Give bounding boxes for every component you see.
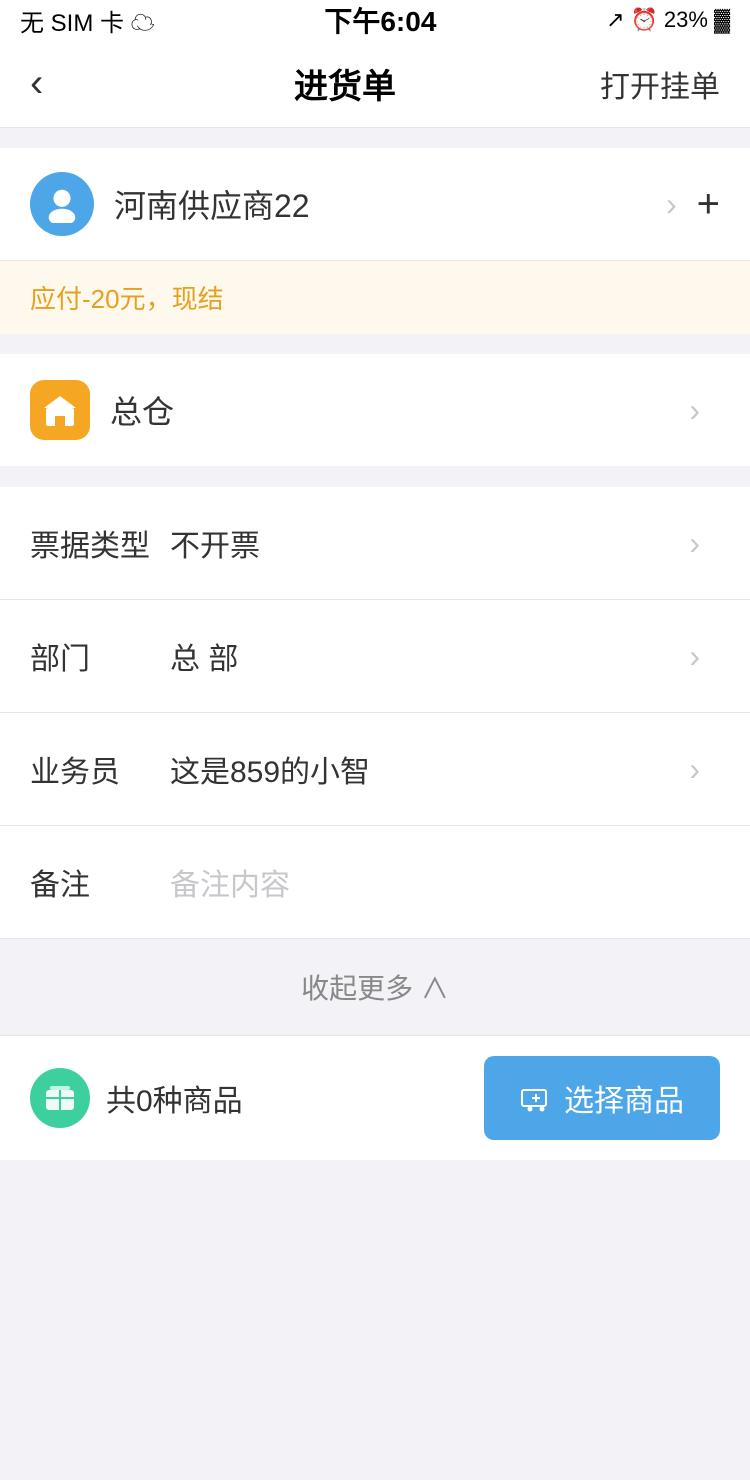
back-button[interactable]: ‹ <box>30 61 90 106</box>
page-rest <box>0 1160 750 1480</box>
notice-text: 应付-20元，现结 <box>30 284 224 314</box>
department-value: 总 部 <box>170 634 689 678</box>
invoice-value: 不开票 <box>170 521 689 565</box>
status-time: 下午6:04 <box>324 0 436 40</box>
product-count-wrap: 共0种商品 <box>30 1068 243 1128</box>
form-card: 票据类型 不开票 › 部门 总 部 › 业务员 这是859的小智 › 备注 备注… <box>0 487 750 939</box>
salesperson-value: 这是859的小智 <box>170 747 689 791</box>
invoice-row[interactable]: 票据类型 不开票 › <box>0 487 750 600</box>
invoice-chevron-icon: › <box>689 525 700 562</box>
product-count-text: 共0种商品 <box>106 1076 243 1120</box>
chevron-right-icon: › <box>666 186 677 223</box>
bottom-bar: 共0种商品 选择商品 <box>0 1035 750 1160</box>
nav-bar: ‹ 进货单 打开挂单 <box>0 40 750 128</box>
department-label: 部门 <box>30 634 170 678</box>
open-pending-button[interactable]: 打开挂单 <box>600 62 720 106</box>
sim-status: 无 SIM 卡 ☁ <box>20 3 155 38</box>
notice-bar: 应付-20元，现结 <box>0 261 750 334</box>
cart-icon <box>520 1082 552 1114</box>
status-left: 无 SIM 卡 ☁ <box>20 3 155 38</box>
warehouse-row[interactable]: 总仓 › <box>0 354 750 467</box>
select-product-button[interactable]: 选择商品 <box>484 1056 720 1140</box>
invoice-label: 票据类型 <box>30 521 170 565</box>
select-product-label: 选择商品 <box>564 1076 684 1120</box>
warehouse-icon-wrap <box>30 380 90 440</box>
remark-input[interactable]: 备注内容 <box>170 860 720 904</box>
supplier-row[interactable]: 河南供应商22 › + <box>0 148 750 261</box>
location-icon: ↗ <box>606 7 624 33</box>
section-gap-2 <box>0 334 750 354</box>
section-gap-3 <box>0 467 750 487</box>
product-icon-wrap <box>30 1068 90 1128</box>
department-chevron-icon: › <box>689 638 700 675</box>
salesperson-label: 业务员 <box>30 747 170 791</box>
supplier-card: 河南供应商22 › + 应付-20元，现结 <box>0 148 750 334</box>
supplier-name: 河南供应商22 <box>114 181 666 227</box>
status-right: ↗ ⏰ 23% ▓ <box>606 7 730 33</box>
page-title: 进货单 <box>294 59 396 108</box>
collapse-label: 收起更多 ∧ <box>301 967 449 1007</box>
collapse-row[interactable]: 收起更多 ∧ <box>0 939 750 1035</box>
department-row[interactable]: 部门 总 部 › <box>0 600 750 713</box>
salesperson-chevron-icon: › <box>689 751 700 788</box>
salesperson-row[interactable]: 业务员 这是859的小智 › <box>0 713 750 826</box>
status-bar: 无 SIM 卡 ☁ 下午6:04 ↗ ⏰ 23% ▓ <box>0 0 750 40</box>
warehouse-chevron-icon: › <box>689 392 700 429</box>
battery-level: 23% <box>664 7 708 33</box>
warehouse-card: 总仓 › <box>0 354 750 467</box>
alarm-icon: ⏰ <box>631 7 658 33</box>
battery-icon: ▓ <box>714 7 730 33</box>
section-gap-1 <box>0 128 750 148</box>
add-button[interactable]: + <box>697 184 720 224</box>
warehouse-name: 总仓 <box>110 387 689 433</box>
remark-row[interactable]: 备注 备注内容 <box>0 826 750 939</box>
avatar <box>30 172 94 236</box>
remark-label: 备注 <box>30 860 170 904</box>
